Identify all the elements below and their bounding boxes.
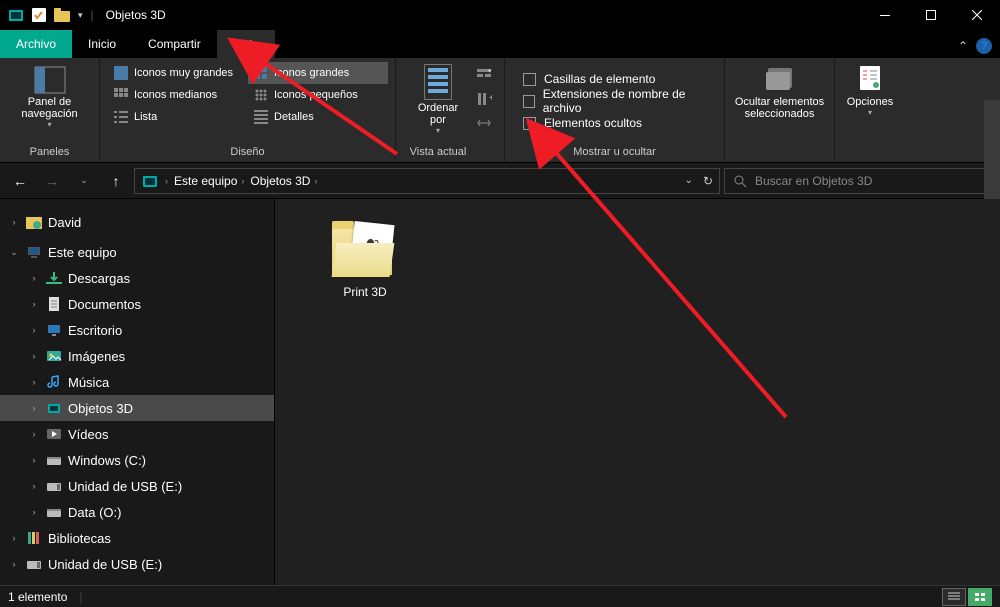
view-details-button[interactable] bbox=[942, 588, 966, 606]
status-bar: 1 elemento | bbox=[0, 585, 1000, 607]
tree-videos[interactable]: ›Vídeos bbox=[0, 421, 274, 447]
layout-details[interactable]: Detalles bbox=[248, 106, 388, 128]
tree-descargas[interactable]: ›Descargas bbox=[0, 265, 274, 291]
tree-documentos[interactable]: ›Documentos bbox=[0, 291, 274, 317]
navigation-tree: ›David ⌄Este equipo ›Descargas ›Document… bbox=[0, 199, 275, 585]
svg-text:▾: ▾ bbox=[488, 68, 492, 75]
layout-small[interactable]: Iconos pequeños bbox=[248, 84, 388, 106]
group-paneles: Panel de navegación ▾ Paneles bbox=[0, 58, 100, 162]
maximize-button[interactable] bbox=[908, 0, 954, 30]
panel-navegacion-button[interactable]: Panel de navegación bbox=[21, 96, 77, 120]
nav-bar: ← → ⌄ ↑ › Este equipo› Objetos 3D› ⌄ ↻ B… bbox=[0, 163, 1000, 199]
title-bar: ▾ | Objetos 3D bbox=[0, 0, 1000, 30]
tree-musica[interactable]: ›Música bbox=[0, 369, 274, 395]
group-mostrar: Casillas de elemento Extensiones de nomb… bbox=[505, 58, 725, 162]
search-box[interactable]: Buscar en Objetos 3D bbox=[724, 168, 994, 194]
crumb-objetos[interactable]: Objetos 3D› bbox=[250, 174, 319, 188]
tree-usbe2[interactable]: ›Unidad de USB (E:) bbox=[0, 551, 274, 577]
tab-inicio[interactable]: Inicio bbox=[72, 30, 132, 58]
layout-medium[interactable]: Iconos medianos bbox=[108, 84, 248, 106]
minimize-button[interactable] bbox=[862, 0, 908, 30]
app-icon bbox=[8, 7, 24, 23]
group-label-paneles: Paneles bbox=[30, 146, 70, 160]
tab-archivo[interactable]: Archivo bbox=[0, 30, 72, 58]
group-diseno: Iconos muy grandes Iconos grandes Iconos… bbox=[100, 58, 396, 162]
item-count: 1 elemento bbox=[8, 590, 67, 604]
collapse-ribbon-icon[interactable]: ⌃ bbox=[958, 39, 968, 53]
layout-extra-large[interactable]: Iconos muy grandes bbox=[108, 62, 248, 84]
group-vista-actual: Ordenar por ▾ Vista actual ▾ + bbox=[396, 58, 505, 162]
ocultar-button[interactable]: Ocultar elementos seleccionados bbox=[735, 96, 824, 120]
view-large-button[interactable] bbox=[968, 588, 992, 606]
tree-datao[interactable]: ›Data (O:) bbox=[0, 499, 274, 525]
close-button[interactable] bbox=[954, 0, 1000, 30]
qat-folder-icon[interactable] bbox=[54, 8, 70, 22]
group-by-button[interactable]: ▾ bbox=[472, 64, 496, 86]
addr-dropdown-icon[interactable]: ⌄ bbox=[685, 175, 693, 186]
history-dropdown[interactable]: ⌄ bbox=[70, 167, 98, 195]
check-ocultos[interactable]: Elementos ocultos bbox=[523, 112, 706, 134]
tab-vista[interactable]: Vista bbox=[217, 30, 275, 58]
tree-imagenes[interactable]: ›Imágenes bbox=[0, 343, 274, 369]
size-columns-button[interactable] bbox=[472, 112, 496, 134]
tree-windowsc[interactable]: ›Windows (C:) bbox=[0, 447, 274, 473]
crumb-root[interactable]: › bbox=[163, 176, 170, 186]
address-bar[interactable]: › Este equipo› Objetos 3D› ⌄ ↻ bbox=[134, 168, 720, 194]
group-label-diseno: Diseño bbox=[108, 146, 387, 160]
tree-bibliotecas[interactable]: ›Bibliotecas bbox=[0, 525, 274, 551]
search-icon bbox=[733, 174, 747, 188]
content-area: ›David ⌄Este equipo ›Descargas ›Document… bbox=[0, 199, 1000, 585]
up-button[interactable]: ↑ bbox=[102, 167, 130, 195]
refresh-icon[interactable]: ↻ bbox=[703, 174, 713, 188]
tab-compartir[interactable]: Compartir bbox=[132, 30, 217, 58]
sort-icon[interactable] bbox=[424, 64, 452, 100]
folder-print3d[interactable]: Print 3D bbox=[315, 219, 415, 299]
svg-text:+: + bbox=[489, 93, 492, 104]
group-ocultar: Ocultar elementos seleccionados bbox=[725, 58, 835, 162]
add-columns-button[interactable]: + bbox=[472, 88, 496, 110]
folder-label: Print 3D bbox=[315, 285, 415, 299]
location-icon bbox=[141, 172, 159, 190]
ribbon-tabs: Archivo Inicio Compartir Vista bbox=[0, 30, 1000, 58]
ordenar-por-button[interactable]: Ordenar por bbox=[418, 102, 458, 126]
opciones-button[interactable]: Opciones bbox=[847, 96, 893, 108]
tree-escritorio[interactable]: ›Escritorio bbox=[0, 317, 274, 343]
options-icon[interactable] bbox=[856, 64, 884, 92]
navigation-pane-icon[interactable] bbox=[34, 66, 66, 94]
ribbon: Panel de navegación ▾ Paneles Iconos muy… bbox=[0, 58, 1000, 163]
file-list[interactable]: Print 3D bbox=[275, 199, 1000, 585]
tree-david[interactable]: ›David bbox=[0, 209, 274, 235]
crumb-equipo[interactable]: Este equipo› bbox=[174, 174, 246, 188]
layout-large[interactable]: Iconos grandes bbox=[248, 62, 388, 84]
check-extensiones[interactable]: Extensiones de nombre de archivo bbox=[523, 90, 706, 112]
tree-usbe[interactable]: ›Unidad de USB (E:) bbox=[0, 473, 274, 499]
qat-save-icon[interactable] bbox=[32, 8, 46, 22]
tree-equipo[interactable]: ⌄Este equipo bbox=[0, 239, 274, 265]
window-title: Objetos 3D bbox=[106, 8, 166, 22]
qat-dropdown[interactable]: ▾ bbox=[78, 10, 83, 21]
forward-button[interactable]: → bbox=[38, 167, 66, 195]
group-opciones: Opciones ▾ bbox=[835, 58, 905, 162]
back-button[interactable]: ← bbox=[6, 167, 34, 195]
help-icon[interactable]: ? bbox=[976, 38, 992, 54]
folder-icon bbox=[330, 219, 400, 279]
tree-objetos3d[interactable]: ›Objetos 3D bbox=[0, 395, 274, 421]
search-placeholder: Buscar en Objetos 3D bbox=[755, 174, 872, 188]
hide-selected-icon[interactable] bbox=[764, 64, 796, 92]
layout-list[interactable]: Lista bbox=[108, 106, 248, 128]
